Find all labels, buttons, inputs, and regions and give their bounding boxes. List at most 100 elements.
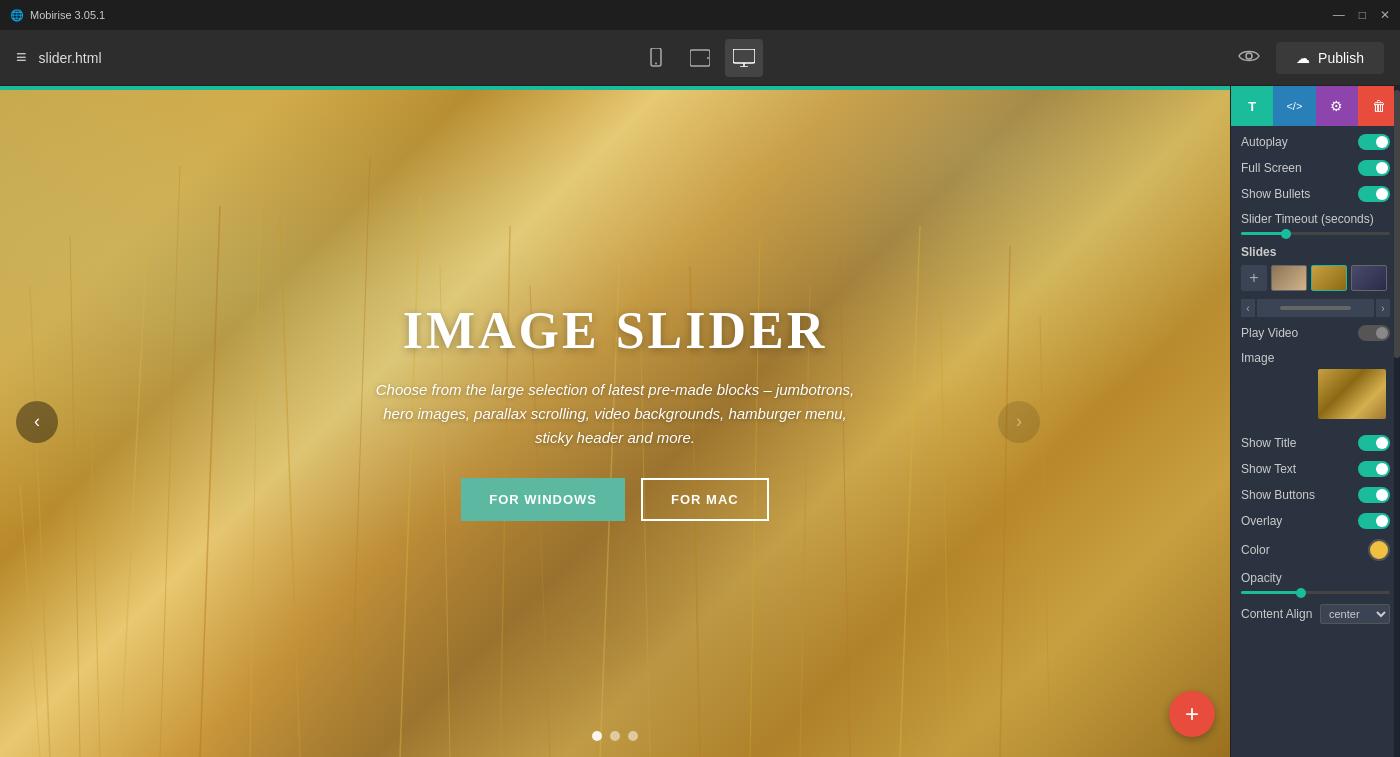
publish-label: Publish <box>1318 50 1364 66</box>
canvas-top-border <box>0 86 1230 90</box>
windows-button[interactable]: FOR WINDOWS <box>461 478 625 521</box>
svg-line-10 <box>120 186 150 757</box>
scroll-nav-right[interactable]: › <box>1376 299 1390 317</box>
show-bullets-toggle[interactable] <box>1358 186 1390 202</box>
mobile-view-button[interactable] <box>637 39 675 77</box>
slider-description: Choose from the large selection of lates… <box>370 378 860 450</box>
svg-point-7 <box>1246 53 1252 59</box>
show-bullets-label: Show Bullets <box>1241 187 1358 201</box>
dot-1[interactable] <box>592 731 602 741</box>
color-row: Color <box>1241 539 1390 561</box>
svg-line-8 <box>30 286 50 757</box>
canvas-area: IMAGE SLIDER Choose from the large selec… <box>0 86 1230 757</box>
right-panel: T </> ⚙ 🗑 Autoplay Full Screen <box>1230 86 1400 757</box>
slider-background: IMAGE SLIDER Choose from the large selec… <box>0 86 1230 757</box>
image-label: Image <box>1241 351 1390 365</box>
show-title-toggle[interactable] <box>1358 435 1390 451</box>
slide-thumb-2[interactable] <box>1311 265 1347 291</box>
add-slide-button[interactable]: + <box>1241 265 1267 291</box>
hamburger-menu-button[interactable]: ≡ <box>16 47 27 68</box>
show-text-toggle[interactable] <box>1358 461 1390 477</box>
color-label: Color <box>1241 543 1368 557</box>
show-buttons-label: Show Buttons <box>1241 488 1358 502</box>
trash-icon: 🗑 <box>1372 98 1386 114</box>
slider-dots <box>592 731 638 741</box>
opacity-track[interactable] <box>1241 591 1390 594</box>
autoplay-row: Autoplay <box>1241 134 1390 150</box>
svg-line-13 <box>250 176 260 757</box>
overlay-label: Overlay <box>1241 514 1358 528</box>
svg-line-30 <box>20 486 40 757</box>
slides-section-label: Slides <box>1241 245 1390 259</box>
slider-prev-button[interactable]: ‹ <box>16 401 58 443</box>
publish-button[interactable]: ☁ Publish <box>1276 42 1384 74</box>
gear-icon: ⚙ <box>1330 98 1343 114</box>
titlebar-left: 🌐 Mobirise 3.05.1 <box>10 9 105 22</box>
restore-button[interactable]: □ <box>1359 8 1366 22</box>
typography-icon: T <box>1248 99 1256 114</box>
preview-button[interactable] <box>1238 46 1260 69</box>
tablet-view-button[interactable] <box>681 39 719 77</box>
scroll-nav-track <box>1257 299 1374 317</box>
show-buttons-toggle[interactable] <box>1358 487 1390 503</box>
fullscreen-toggle[interactable] <box>1358 160 1390 176</box>
code-icon: </> <box>1286 100 1302 112</box>
play-video-toggle[interactable] <box>1358 325 1390 341</box>
panel-tabs: T </> ⚙ 🗑 <box>1231 86 1400 126</box>
tab-settings[interactable]: ⚙ <box>1316 86 1358 126</box>
toolbar: ≡ slider.html <box>0 30 1400 86</box>
cloud-icon: ☁ <box>1296 50 1310 66</box>
titlebar-controls: — □ ✕ <box>1333 8 1390 22</box>
tab-typography[interactable]: T <box>1231 86 1273 126</box>
autoplay-toggle[interactable] <box>1358 134 1390 150</box>
panel-scrollbar[interactable] <box>1394 86 1400 757</box>
slide-thumb-1[interactable] <box>1271 265 1307 291</box>
slider-timeout-label: Slider Timeout (seconds) <box>1241 212 1390 226</box>
slider-timeout-wrap: Slider Timeout (seconds) <box>1241 212 1390 235</box>
svg-line-11 <box>160 166 180 757</box>
dot-3[interactable] <box>628 731 638 741</box>
slide-thumb-3[interactable] <box>1351 265 1387 291</box>
svg-line-28 <box>940 286 950 757</box>
svg-line-17 <box>90 386 100 757</box>
slider-timeout-fill <box>1241 232 1286 235</box>
svg-line-29 <box>1000 246 1010 757</box>
slides-row: + <box>1241 265 1390 291</box>
svg-rect-4 <box>733 49 755 63</box>
tab-code[interactable]: </> <box>1273 86 1315 126</box>
panel-scroll-thumb[interactable] <box>1394 90 1400 358</box>
add-block-fab[interactable]: + <box>1169 691 1215 737</box>
image-preview[interactable] <box>1318 369 1386 419</box>
scroll-nav-left[interactable]: ‹ <box>1241 299 1255 317</box>
slider-timeout-thumb[interactable] <box>1281 229 1291 239</box>
panel-body: Autoplay Full Screen Show Bullets Slider… <box>1231 126 1400 757</box>
arrow-right-icon: › <box>1016 411 1022 432</box>
titlebar: 🌐 Mobirise 3.05.1 — □ ✕ <box>0 0 1400 30</box>
slider-timeout-track[interactable] <box>1241 232 1390 235</box>
content-align-row: Content Align left center right <box>1241 604 1390 624</box>
slider-title: IMAGE SLIDER <box>370 301 860 360</box>
slider-buttons: FOR WINDOWS FOR MAC <box>370 478 860 521</box>
svg-line-14 <box>280 216 300 757</box>
overlay-toggle[interactable] <box>1358 513 1390 529</box>
content-align-select[interactable]: left center right <box>1320 604 1390 624</box>
svg-line-12 <box>200 206 220 757</box>
show-text-row: Show Text <box>1241 461 1390 477</box>
slide-scroll-nav: ‹ › <box>1241 299 1390 317</box>
main-area: IMAGE SLIDER Choose from the large selec… <box>0 86 1400 757</box>
svg-line-31 <box>1040 316 1050 757</box>
minimize-button[interactable]: — <box>1333 8 1345 22</box>
color-swatch[interactable] <box>1368 539 1390 561</box>
mac-button[interactable]: FOR MAC <box>641 478 769 521</box>
app-icon: 🌐 <box>10 9 24 22</box>
opacity-fill <box>1241 591 1301 594</box>
slider-next-button[interactable]: › <box>998 401 1040 443</box>
app-name: Mobirise 3.05.1 <box>30 9 105 21</box>
dot-2[interactable] <box>610 731 620 741</box>
close-button[interactable]: ✕ <box>1380 8 1390 22</box>
opacity-thumb[interactable] <box>1296 588 1306 598</box>
play-video-row: Play Video <box>1241 325 1390 341</box>
toolbar-right: ☁ Publish <box>1238 42 1384 74</box>
desktop-view-button[interactable] <box>725 39 763 77</box>
play-video-label: Play Video <box>1241 326 1358 340</box>
